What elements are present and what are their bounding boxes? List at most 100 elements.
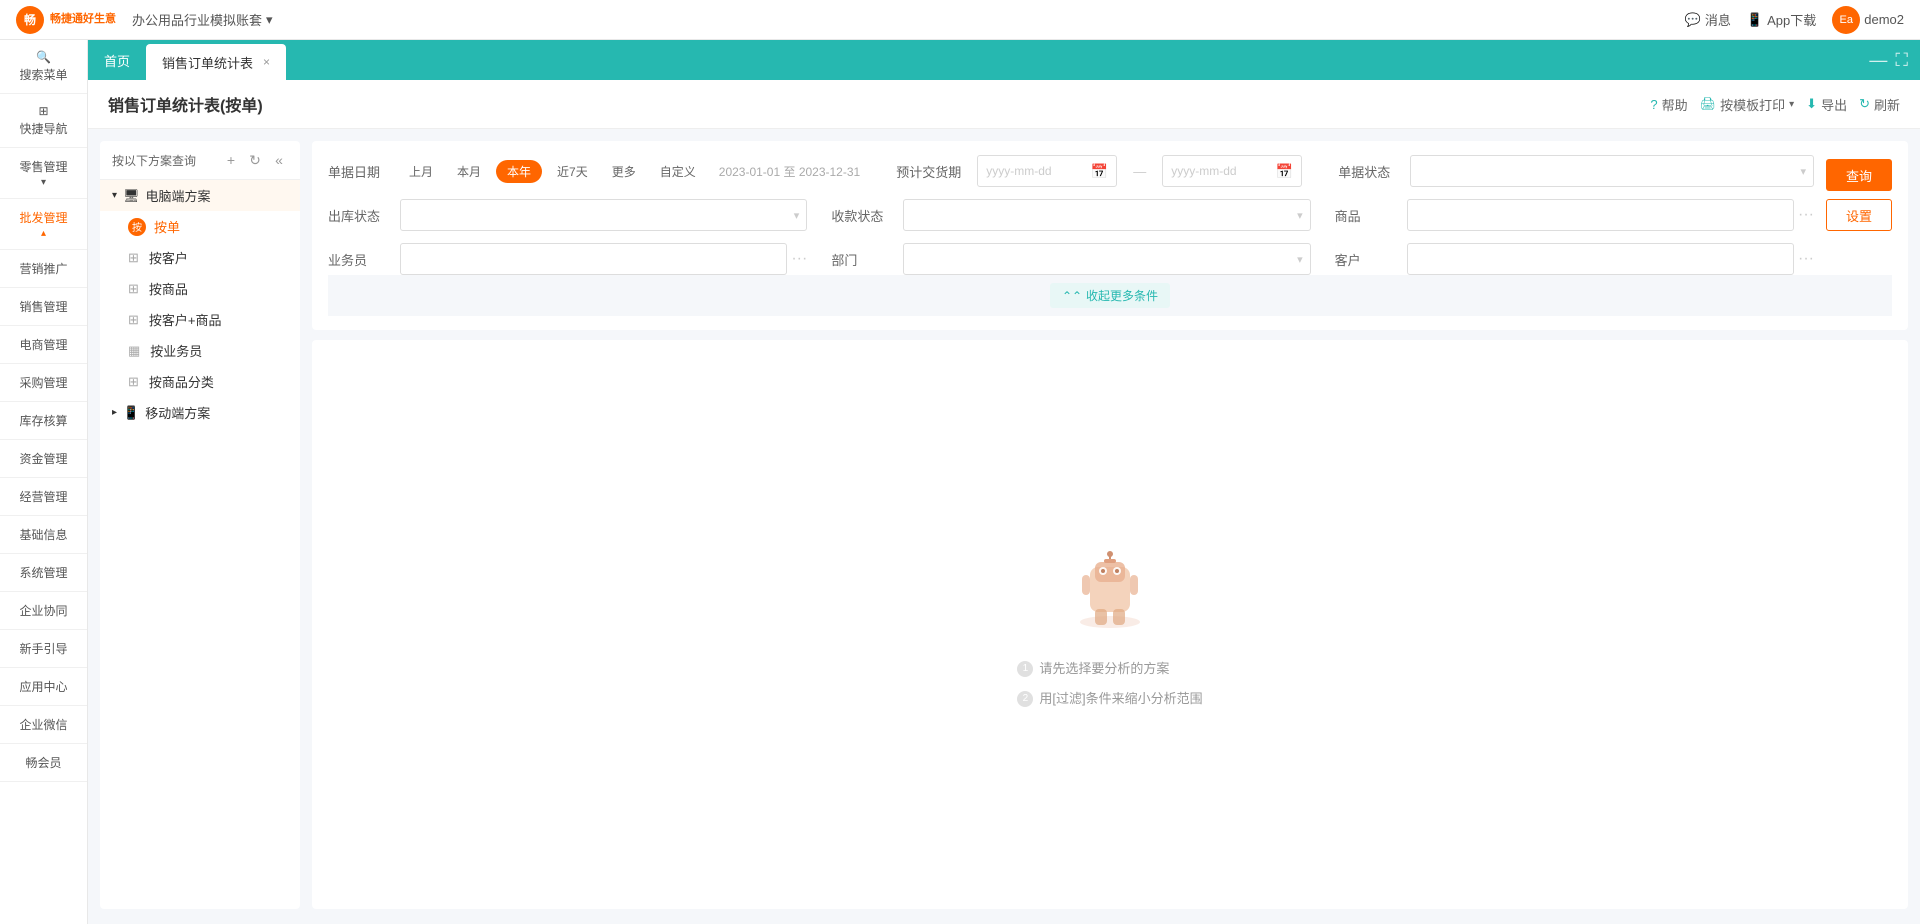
expected-date-start[interactable]: yyyy-mm-dd 📅 [977, 155, 1117, 187]
sidebar-item-system[interactable]: 系统管理 [0, 554, 87, 592]
goods-field: ··· [1407, 199, 1814, 231]
tree-expand-icon: ▸ [112, 407, 117, 418]
this-month-btn[interactable]: 本月 [448, 160, 490, 183]
salesman-field: ··· [400, 243, 807, 275]
department-select[interactable] [903, 243, 1310, 275]
collapse-conditions-button[interactable]: ⌃⌃ 收起更多条件 [1050, 283, 1170, 308]
collapse-bar: ⌃⌃ 收起更多条件 [328, 275, 1892, 316]
chevron-up-icon: ▴ [41, 228, 46, 239]
status-select[interactable] [1410, 155, 1814, 187]
customer-more-icon[interactable]: ··· [1798, 250, 1814, 268]
sidebar-item-marketing[interactable]: 营销推广 [0, 250, 87, 288]
tree-item-by-goods-category[interactable]: ⊞ 按商品分类 [100, 366, 300, 397]
sidebar-item-app-center[interactable]: 应用中心 [0, 668, 87, 706]
logo-area: 畅 畅捷通好生意 [16, 6, 116, 34]
last-month-btn[interactable]: 上月 [400, 160, 442, 183]
customer-input[interactable] [1407, 243, 1794, 275]
print-icon: 🖨 [1700, 96, 1717, 112]
print-button[interactable]: 🖨 按模板打印 ▾ [1700, 95, 1795, 114]
user-menu[interactable]: Ea demo2 [1832, 6, 1904, 34]
grid-icon: ⊞ [128, 281, 139, 297]
logo-icon: 畅 [16, 6, 44, 34]
help-button[interactable]: ? 帮助 [1650, 95, 1687, 114]
filter-left: 单据日期 上月 本月 本年 近7天 更多 自定义 2023-01-01 至 20… [328, 155, 1814, 275]
app-download-button[interactable]: 📱 App下载 [1747, 10, 1816, 29]
tree-item-by-customer[interactable]: ⊞ 按客户 [100, 242, 300, 273]
page-content: 销售订单统计表(按单) ? 帮助 🖨 按模板打印 ▾ ⬇ 导出 [88, 80, 1920, 924]
sidebar-item-ecom[interactable]: 电商管理 [0, 326, 87, 364]
sidebar: 🔍 搜索菜单 ⊞ 快捷导航 零售管理 ▾ 批发管理 ▴ 营销推广 销售管理 电商… [0, 40, 88, 924]
filter-row-3: 业务员 ··· 部门 ▾ [328, 243, 1814, 275]
tree-item-by-order[interactable]: 按 按单 [100, 211, 300, 242]
more-btn[interactable]: 更多 [603, 160, 645, 183]
refresh-scheme-button[interactable]: ↻ [246, 151, 264, 169]
date-buttons: 上月 本月 本年 近7天 更多 自定义 2023-01-01 至 2023-12… [400, 160, 860, 183]
collapse-panel-button[interactable]: « [270, 151, 288, 169]
sidebar-item-ops[interactable]: 经营管理 [0, 478, 87, 516]
this-year-btn[interactable]: 本年 [496, 160, 542, 183]
sidebar-item-wx[interactable]: 企业微信 [0, 706, 87, 744]
page-title: 销售订单统计表(按单) [108, 92, 263, 116]
tree-group-mobile[interactable]: ▸ 📱 移动端方案 [100, 397, 300, 428]
grid-icon: ⊞ [128, 250, 139, 266]
sidebar-item-inventory[interactable]: 库存核算 [0, 402, 87, 440]
top-bar: 畅 畅捷通好生意 办公用品行业模拟账套 ▾ 💬 消息 📱 App下载 Ea de… [0, 0, 1920, 40]
top-bar-left: 畅 畅捷通好生意 办公用品行业模拟账套 ▾ [16, 6, 281, 34]
sidebar-item-basic[interactable]: 基础信息 [0, 516, 87, 554]
ship-status-select[interactable] [400, 199, 807, 231]
empty-state-area: 1 请先选择要分析的方案 2 用[过滤]条件来缩小分析范围 [312, 340, 1908, 909]
last7-btn[interactable]: 近7天 [548, 160, 597, 183]
payment-status-select[interactable] [903, 199, 1310, 231]
goods-input[interactable] [1407, 199, 1794, 231]
grid-icon: ⊞ [128, 312, 139, 328]
export-button[interactable]: ⬇ 导出 [1806, 95, 1847, 114]
sidebar-item-sales[interactable]: 销售管理 [0, 288, 87, 326]
settings-button[interactable]: 设置 [1826, 199, 1892, 231]
filter-row-2: 出库状态 ▾ 收款状态 ▾ [328, 199, 1814, 231]
tree-expand-icon: ▾ [112, 190, 117, 201]
salesman-more-icon[interactable]: ··· [791, 250, 807, 268]
tab-expand-icon[interactable]: ⛶ [1895, 50, 1908, 71]
sidebar-item-search[interactable]: 🔍 搜索菜单 [0, 40, 87, 94]
bar-icon: ▦ [128, 343, 140, 359]
main-content: 按以下方案查询 + ↻ « ▾ 🖥 电脑端方案 [88, 129, 1920, 921]
calendar-icon: 📅 [1091, 163, 1108, 180]
page-actions: ? 帮助 🖨 按模板打印 ▾ ⬇ 导出 ↻ 刷新 [1650, 95, 1900, 114]
sidebar-item-newbie[interactable]: 新手引导 [0, 630, 87, 668]
custom-btn[interactable]: 自定义 [651, 160, 705, 183]
left-panel-actions: + ↻ « [222, 151, 288, 169]
goods-more-icon[interactable]: ··· [1798, 206, 1814, 224]
top-bar-right: 💬 消息 📱 App下载 Ea demo2 [1685, 6, 1904, 34]
sidebar-item-purchase[interactable]: 采购管理 [0, 364, 87, 402]
empty-tips: 1 请先选择要分析的方案 2 用[过滤]条件来缩小分析范围 [1017, 656, 1202, 712]
add-scheme-button[interactable]: + [222, 151, 240, 169]
tab-minimize-icon[interactable]: — [1869, 50, 1887, 71]
sidebar-item-finance[interactable]: 资金管理 [0, 440, 87, 478]
refresh-button[interactable]: ↻ 刷新 [1859, 95, 1900, 114]
tree-item-by-goods[interactable]: ⊞ 按商品 [100, 273, 300, 304]
tree-item-by-salesman[interactable]: ▦ 按业务员 [100, 335, 300, 366]
empty-svg [1060, 537, 1160, 637]
tab-home[interactable]: 首页 [88, 40, 146, 80]
query-button[interactable]: 查询 [1826, 159, 1892, 191]
export-icon: ⬇ [1806, 96, 1817, 112]
expected-date-end[interactable]: yyyy-mm-dd 📅 [1162, 155, 1302, 187]
content-area: 首页 销售订单统计表 × — ⛶ 销售订单统计表(按单) ? 帮助 [88, 40, 1920, 924]
tree-group-pc[interactable]: ▾ 🖥 电脑端方案 [100, 180, 300, 211]
sidebar-item-quick-nav[interactable]: ⊞ 快捷导航 [0, 94, 87, 148]
filter-main-row: 单据日期 上月 本月 本年 近7天 更多 自定义 2023-01-01 至 20… [328, 155, 1892, 275]
compass-icon: ⊞ [38, 104, 48, 118]
tree-item-by-customer-goods[interactable]: ⊞ 按客户+商品 [100, 304, 300, 335]
sidebar-item-member[interactable]: 畅会员 [0, 744, 87, 782]
sidebar-item-wholesale[interactable]: 批发管理 ▴ [0, 199, 87, 250]
messages-button[interactable]: 💬 消息 [1685, 10, 1731, 29]
tip-num-1: 1 [1017, 661, 1033, 677]
tab-bar-actions: — ⛶ [1869, 50, 1920, 71]
tab-active[interactable]: 销售订单统计表 × [146, 44, 286, 80]
tip-num-2: 2 [1017, 691, 1033, 707]
company-selector[interactable]: 办公用品行业模拟账套 ▾ [124, 10, 281, 29]
sidebar-item-retail[interactable]: 零售管理 ▾ [0, 148, 87, 199]
sidebar-item-enterprise[interactable]: 企业协同 [0, 592, 87, 630]
tab-close-icon[interactable]: × [263, 55, 270, 69]
salesman-input[interactable] [400, 243, 787, 275]
